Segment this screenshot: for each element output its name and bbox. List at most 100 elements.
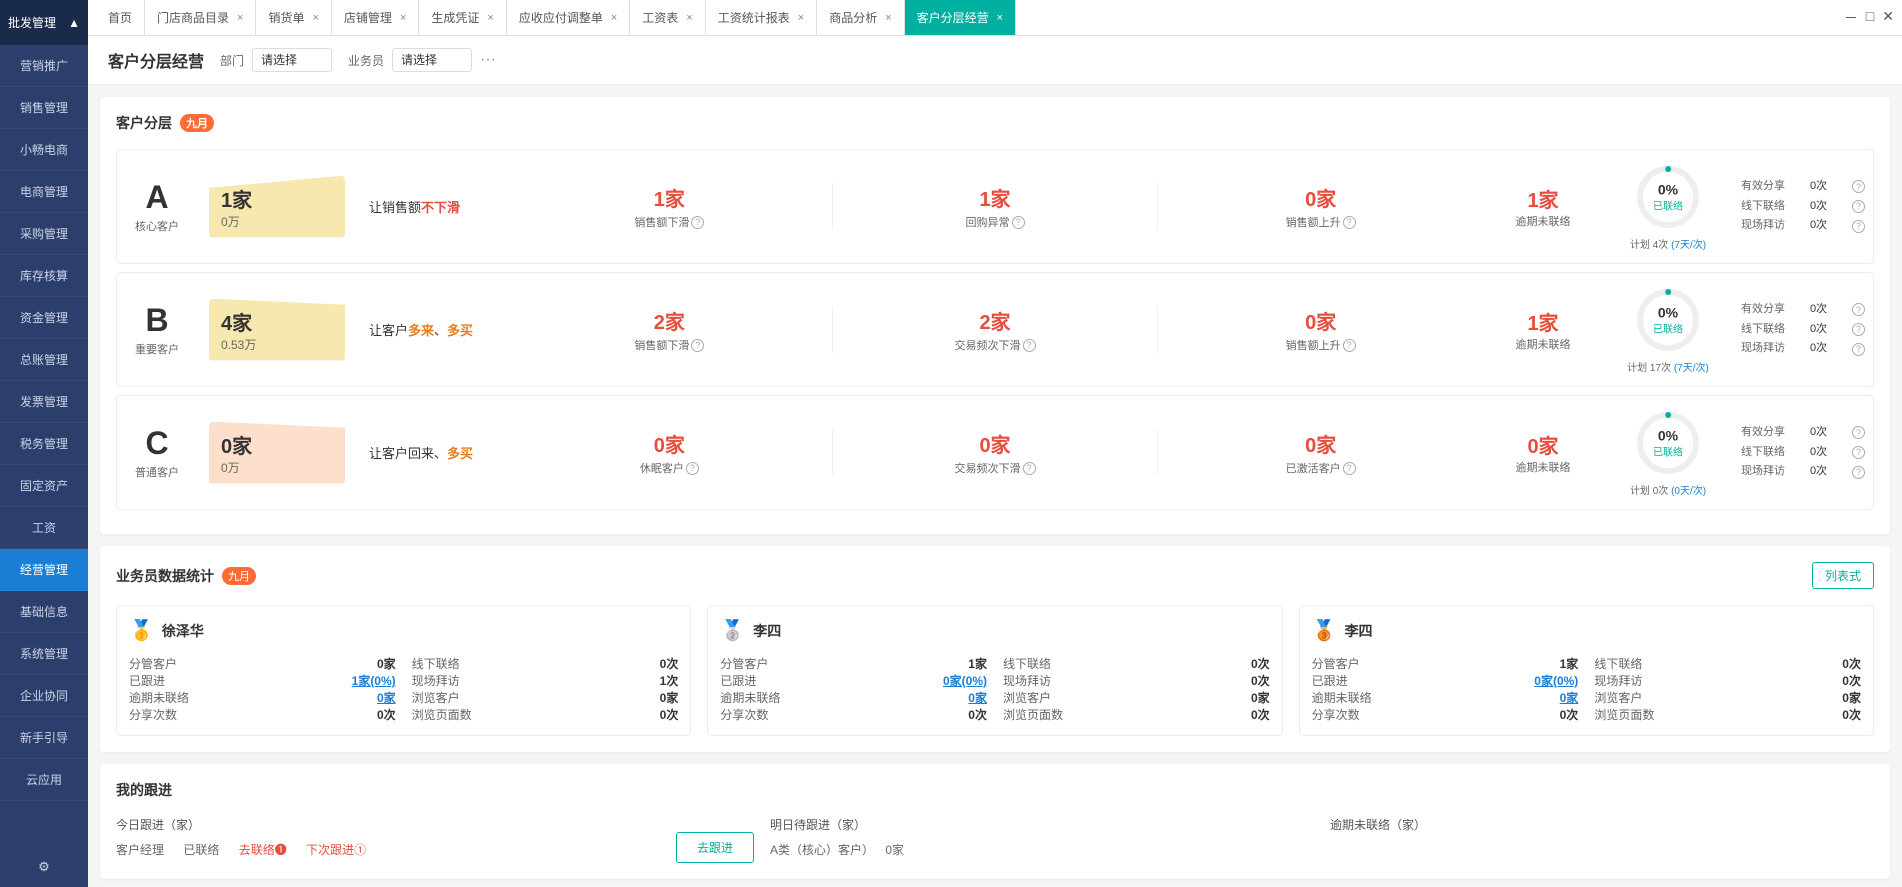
sidebar-item-税务管理[interactable]: 税务管理 bbox=[0, 423, 88, 465]
sidebar-item-云应用[interactable]: 云应用 bbox=[0, 759, 88, 801]
info-icon: ? bbox=[1852, 446, 1865, 459]
tab-close-icon[interactable]: × bbox=[686, 12, 692, 24]
right-stat-row: 现场拜访 0次 ? bbox=[1741, 216, 1865, 236]
circle-container: 0% 已联络 bbox=[1633, 162, 1703, 232]
sidebar-item-总账管理[interactable]: 总账管理 bbox=[0, 339, 88, 381]
salesperson-card-徐泽华: 🥇 徐泽华 分管客户 0家 已跟进 1家(0%) 逾期未联络 0家 分享次数 0… bbox=[116, 605, 691, 736]
goto-followup-button[interactable]: 去跟进 bbox=[676, 832, 754, 863]
right-stat-val: 0次 bbox=[1810, 443, 1827, 463]
tab-close-icon[interactable]: × bbox=[400, 12, 406, 24]
tier-label-C: C 普通客户 bbox=[117, 425, 197, 480]
sidebar-item-小畅电商[interactable]: 小畅电商 bbox=[0, 129, 88, 171]
sidebar-collapse-icon[interactable]: ▲ bbox=[68, 16, 80, 30]
close-window-icon[interactable]: ✕ bbox=[1882, 8, 1894, 28]
circle-text: 0% 已联络 bbox=[1653, 182, 1683, 213]
sidebar-item-销售管理[interactable]: 销售管理 bbox=[0, 87, 88, 129]
sidebar-item-企业协同[interactable]: 企业协同 bbox=[0, 675, 88, 717]
sp-stat-val: 0次 bbox=[660, 655, 679, 672]
page-header: 客户分层经营 部门 请选择 业务员 请选择 ··· bbox=[88, 36, 1902, 85]
sidebar-item-资金管理[interactable]: 资金管理 bbox=[0, 297, 88, 339]
tier-contact: 1家 逾期未联络 bbox=[1483, 307, 1603, 352]
sp-stat-val[interactable]: 0家 bbox=[1560, 689, 1579, 706]
tier-stats: 0家 休眠客户 ? 0家 交易频次下滑 ? 0家 已激活客户 ? bbox=[507, 429, 1483, 476]
staff-select[interactable]: 请选择 bbox=[392, 48, 472, 72]
maximize-icon[interactable]: □ bbox=[1866, 8, 1874, 28]
circle-linked: 已联络 bbox=[1653, 321, 1683, 336]
tier-row-A: A 核心客户 1家 0万 让销售额不下滑 1家 销售额下滑 ? 1家 回购异常 … bbox=[116, 149, 1874, 264]
sp-stat-val: 0次 bbox=[1842, 655, 1861, 672]
circle-plan-link[interactable]: (7天/次) bbox=[1671, 240, 1706, 251]
circle-plan-link[interactable]: (0天/次) bbox=[1671, 486, 1706, 497]
sp-stat-row: 逾期未联络 0家 bbox=[129, 689, 396, 706]
tab-门店商品目录[interactable]: 门店商品目录× bbox=[145, 0, 256, 36]
stat-number: 0家 bbox=[515, 429, 824, 458]
minimize-icon[interactable]: － bbox=[1844, 8, 1858, 28]
tab-客户分层经营[interactable]: 客户分层经营× bbox=[905, 0, 1016, 36]
tab-close-icon[interactable]: × bbox=[487, 12, 493, 24]
stat-block: 1家 销售额下滑 ? bbox=[507, 183, 833, 230]
info-icon: ? bbox=[1852, 303, 1865, 316]
circle-plan-link[interactable]: (7天/次) bbox=[1674, 363, 1709, 374]
sp-stat-row: 浏览客户 0家 bbox=[1003, 689, 1270, 706]
sidebar: 批发管理 ▲ 营销推广销售管理小畅电商电商管理采购管理库存核算资金管理总账管理发… bbox=[0, 0, 88, 887]
sidebar-item-采购管理[interactable]: 采购管理 bbox=[0, 213, 88, 255]
sidebar-settings[interactable]: ⚙ bbox=[0, 847, 88, 887]
sp-stat-row: 已跟进 0家(0%) bbox=[1312, 672, 1579, 689]
tier-action: 让客户回来、多买 bbox=[357, 443, 507, 462]
sidebar-item-营销推广[interactable]: 营销推广 bbox=[0, 45, 88, 87]
tier-right-stats: 有效分享 0次 ? 线下联络 0次 ? 现场拜访 0次 ? bbox=[1733, 177, 1873, 236]
tab-close-icon[interactable]: × bbox=[237, 12, 243, 24]
more-options-icon[interactable]: ··· bbox=[480, 51, 496, 69]
salesperson-header: 🥇 徐泽华 bbox=[129, 618, 678, 643]
right-stat-label: 线下联络 bbox=[1741, 320, 1785, 340]
info-icon: ? bbox=[1852, 180, 1865, 193]
tab-应收应付调整单[interactable]: 应收应付调整单× bbox=[507, 0, 630, 36]
overdue-number: 1家 bbox=[1491, 184, 1595, 213]
tab-close-icon[interactable]: × bbox=[312, 12, 318, 24]
right-stat-row: 有效分享 0次 ? bbox=[1741, 300, 1865, 320]
sp-stat-val[interactable]: 1家(0%) bbox=[352, 672, 396, 689]
tier-circle-block: 0% 已联络 计划 4次 (7天/次) bbox=[1603, 162, 1733, 251]
month-badge: 九月 bbox=[180, 114, 214, 132]
tab-生成凭证[interactable]: 生成凭证× bbox=[419, 0, 506, 36]
sidebar-item-系统管理[interactable]: 系统管理 bbox=[0, 633, 88, 675]
info-icon: ? bbox=[686, 462, 699, 475]
sidebar-item-固定资产[interactable]: 固定资产 bbox=[0, 465, 88, 507]
sp-stat-val[interactable]: 0家(0%) bbox=[1534, 672, 1578, 689]
circle-linked: 已联络 bbox=[1653, 198, 1683, 213]
tab-店铺管理[interactable]: 店铺管理× bbox=[332, 0, 419, 36]
list-view-button[interactable]: 列表式 bbox=[1812, 562, 1874, 589]
sidebar-item-发票管理[interactable]: 发票管理 bbox=[0, 381, 88, 423]
tab-close-icon[interactable]: × bbox=[885, 12, 891, 24]
right-stat-val: 0次 bbox=[1810, 320, 1827, 340]
tab-close-icon[interactable]: × bbox=[997, 12, 1003, 24]
sp-stat-val[interactable]: 0家 bbox=[968, 689, 987, 706]
sidebar-header[interactable]: 批发管理 ▲ bbox=[0, 0, 88, 45]
sp-right-stats: 线下联络 0次 现场拜访 1次 浏览客户 0家 浏览页面数 0次 bbox=[412, 655, 679, 723]
sidebar-item-电商管理[interactable]: 电商管理 bbox=[0, 171, 88, 213]
tab-close-icon[interactable]: × bbox=[611, 12, 617, 24]
sp-left-stats: 分管客户 1家 已跟进 0家(0%) 逾期未联络 0家 分享次数 0次 bbox=[1312, 655, 1579, 723]
sp-stat-val: 0家 bbox=[1251, 689, 1270, 706]
tab-首页[interactable]: 首页 bbox=[96, 0, 145, 36]
tab-close-icon[interactable]: × bbox=[798, 12, 804, 24]
sidebar-item-库存核算[interactable]: 库存核算 bbox=[0, 255, 88, 297]
tab-工资表[interactable]: 工资表× bbox=[630, 0, 705, 36]
tier-count-block: 0家 0万 bbox=[197, 422, 357, 484]
followup-section: 我的跟进 今日跟进（家） 客户经理 已联络 去联络❶ 下次跟进① 去跟进 明日待… bbox=[100, 764, 1890, 879]
right-stat-row: 有效分享 0次 ? bbox=[1741, 177, 1865, 197]
sp-stat-row: 现场拜访 1次 bbox=[412, 672, 679, 689]
info-icon: ? bbox=[1852, 343, 1865, 356]
sidebar-item-新手引导[interactable]: 新手引导 bbox=[0, 717, 88, 759]
stat-block: 1家 回购异常 ? bbox=[833, 183, 1159, 230]
goto-followup-btn-wrap: 去跟进 bbox=[676, 816, 754, 863]
sp-stat-val[interactable]: 0家 bbox=[377, 689, 396, 706]
sidebar-item-经营管理[interactable]: 经营管理 bbox=[0, 549, 88, 591]
tab-工资统计报表[interactable]: 工资统计报表× bbox=[706, 0, 817, 36]
tab-销货单[interactable]: 销货单× bbox=[256, 0, 331, 36]
dept-select[interactable]: 请选择 bbox=[252, 48, 332, 72]
sidebar-item-基础信息[interactable]: 基础信息 bbox=[0, 591, 88, 633]
tab-商品分析[interactable]: 商品分析× bbox=[817, 0, 904, 36]
sidebar-item-工资[interactable]: 工资 bbox=[0, 507, 88, 549]
sp-stat-val[interactable]: 0家(0%) bbox=[943, 672, 987, 689]
